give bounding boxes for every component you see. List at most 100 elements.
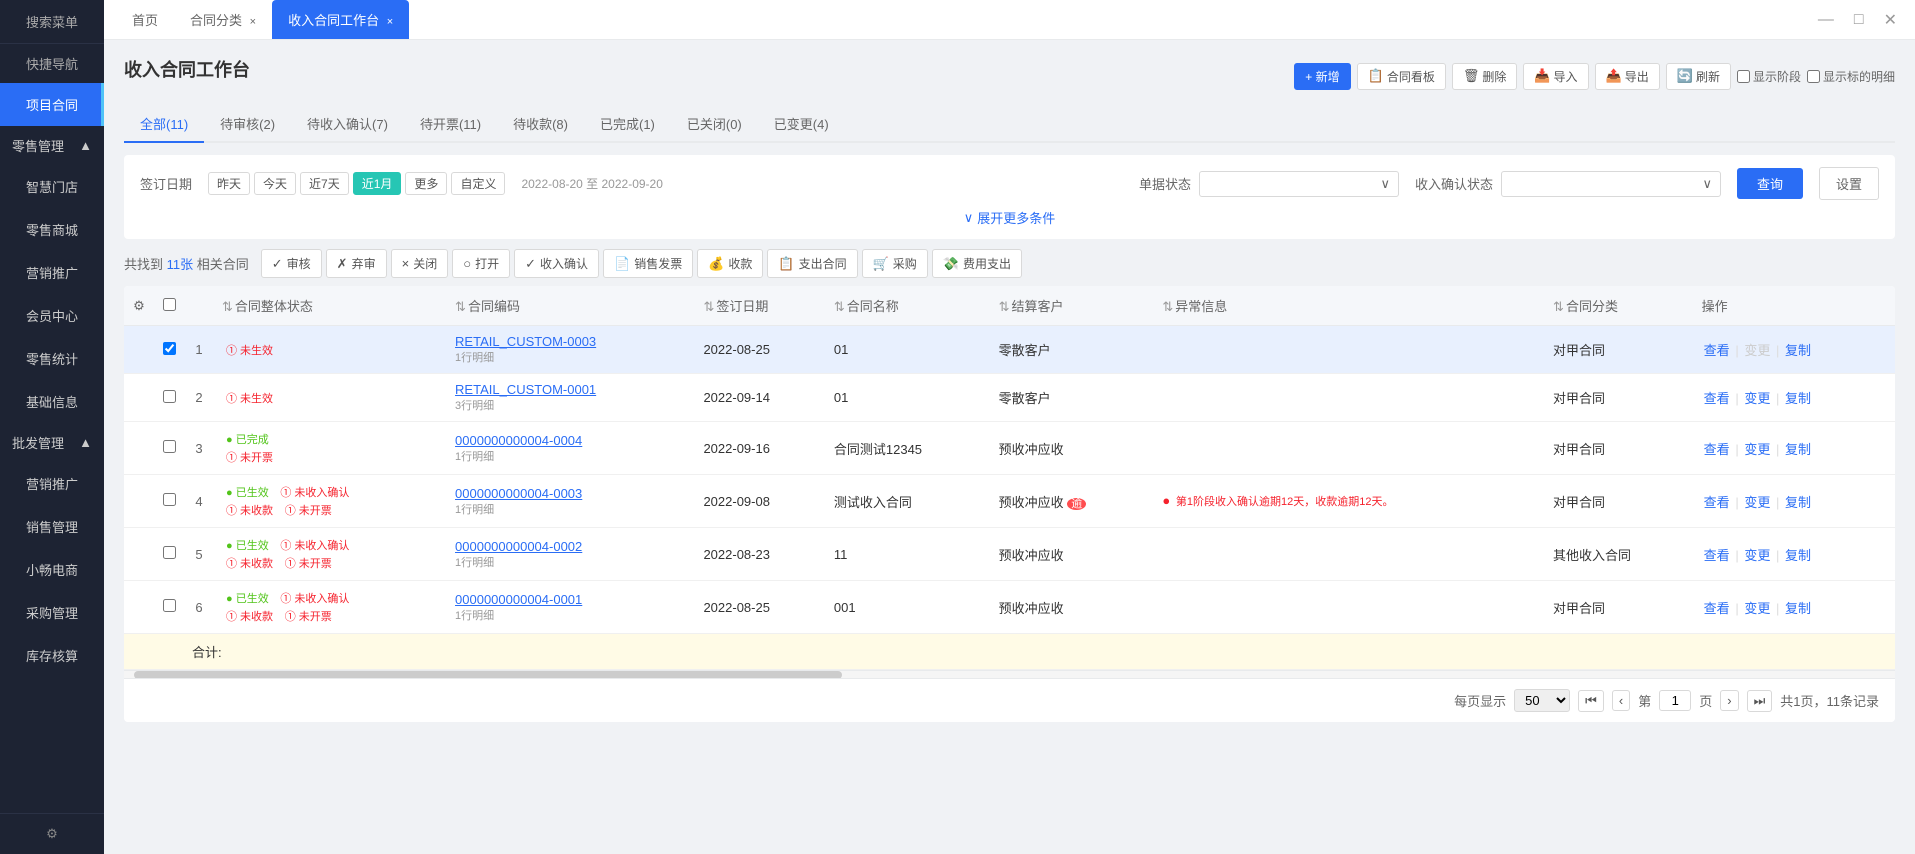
row1-code-link[interactable]: RETAIL_CUSTOM-0003 [455, 334, 596, 349]
filter-tab-all[interactable]: 全部(11) [124, 106, 204, 143]
tab-income-workbench[interactable]: 收入合同工作台 × [272, 0, 409, 39]
btn-refresh[interactable]: 🔄 刷新 [1666, 63, 1731, 90]
tab-home[interactable]: 首页 [116, 0, 174, 39]
sidebar-item-batch[interactable]: 批发管理▲ [0, 423, 104, 462]
sidebar-item-retail[interactable]: 零售管理▲ [0, 126, 104, 165]
row5-op-change[interactable]: 变更 [1742, 548, 1772, 563]
toolbar-btn-abandon[interactable]: ✗ 弃审 [326, 249, 387, 278]
show-detail-checkbox[interactable]: 显示标的明细 [1807, 68, 1895, 85]
btn-import[interactable]: 📥 导入 [1523, 63, 1588, 90]
sidebar-item-sales[interactable]: 销售管理 [0, 505, 104, 548]
prev-page-btn[interactable]: ‹ [1612, 690, 1630, 711]
sidebar-item-retail-mall[interactable]: 零售商城 [0, 208, 104, 251]
income-confirm-select[interactable]: ∨ [1501, 171, 1721, 197]
row3-op-view[interactable]: 查看 [1702, 442, 1732, 457]
sidebar-item-inventory[interactable]: 库存核算 [0, 634, 104, 677]
tab-contract-cat-close[interactable]: × [250, 16, 256, 28]
toolbar-btn-income-confirm[interactable]: ✓ 收入确认 [514, 249, 599, 278]
sidebar-item-retail-stat[interactable]: 零售统计 [0, 337, 104, 380]
tab-contract-cat[interactable]: 合同分类 × [174, 0, 272, 39]
sidebar-search[interactable]: 搜索菜单 [0, 0, 104, 44]
filter-tab-closed[interactable]: 已关闭(0) [671, 106, 758, 141]
sidebar-item-marketing2[interactable]: 营销推广 [0, 462, 104, 505]
invoice-icon: 📄 [614, 256, 630, 272]
window-maximize[interactable]: □ [1848, 9, 1870, 31]
sidebar-item-purchase[interactable]: 采购管理 [0, 591, 104, 634]
first-page-btn[interactable]: ⏮ [1578, 690, 1604, 712]
row2-op-change[interactable]: 变更 [1742, 391, 1772, 406]
row5-op-copy[interactable]: 复制 [1783, 548, 1813, 563]
doc-status-select[interactable]: ∨ [1199, 171, 1399, 197]
row6-code-link[interactable]: 0000000000004-0001 [455, 592, 582, 607]
row1-check[interactable] [154, 326, 184, 374]
date-btn-today[interactable]: 今天 [254, 172, 296, 195]
row2-op-view[interactable]: 查看 [1702, 391, 1732, 406]
show-segment-checkbox[interactable]: 显示阶段 [1737, 68, 1801, 85]
sidebar-item-project[interactable]: 项目合同 [0, 83, 104, 126]
row3-op-change[interactable]: 变更 [1742, 442, 1772, 457]
sidebar-item-marketing[interactable]: 营销推广 [0, 251, 104, 294]
toolbar-btn-open[interactable]: ○ 打开 [452, 249, 510, 278]
row4-op-copy[interactable]: 复制 [1783, 495, 1813, 510]
btn-kanban[interactable]: 📋 合同看板 [1357, 63, 1446, 90]
sidebar-item-ecom[interactable]: 小畅电商 [0, 548, 104, 591]
row1-op-copy[interactable]: 复制 [1783, 343, 1813, 358]
toolbar-btn-close[interactable]: × 关闭 [391, 249, 449, 278]
window-minimize[interactable]: — [1812, 9, 1840, 31]
sidebar-item-base-info[interactable]: 基础信息 [0, 380, 104, 423]
filter-tab-pending-income[interactable]: 待收入确认(7) [291, 106, 404, 141]
btn-new[interactable]: + 新增 [1294, 63, 1350, 90]
row6-op-copy[interactable]: 复制 [1783, 601, 1813, 616]
row2-op-copy[interactable]: 复制 [1783, 391, 1813, 406]
row2-code-link[interactable]: RETAIL_CUSTOM-0001 [455, 382, 596, 397]
kanban-icon: 📋 [1368, 68, 1384, 84]
toolbar-btn-sales-invoice[interactable]: 📄 销售发票 [603, 249, 693, 278]
row3-code-link[interactable]: 0000000000004-0004 [455, 433, 582, 448]
row1-op-view[interactable]: 查看 [1702, 343, 1732, 358]
row5-code-link[interactable]: 0000000000004-0002 [455, 539, 582, 554]
row5-op-view[interactable]: 查看 [1702, 548, 1732, 563]
sidebar-nav[interactable]: 快捷导航 [0, 44, 104, 83]
sidebar-item-member[interactable]: 会员中心 [0, 294, 104, 337]
row6-op-change[interactable]: 变更 [1742, 601, 1772, 616]
next-page-btn[interactable]: › [1720, 690, 1738, 711]
sidebar-item-smart-store[interactable]: 智慧门店 [0, 165, 104, 208]
table-row: 1 ① 未生效 RETAIL_CUSTOM-0003 1行明细 2022-08-… [124, 326, 1895, 374]
date-btn-yesterday[interactable]: 昨天 [208, 172, 250, 195]
expand-conditions[interactable]: ∨ 展开更多条件 [964, 208, 1056, 227]
purchase-icon: 🛒 [873, 256, 889, 272]
date-btn-last1month[interactable]: 近1月 [353, 172, 402, 195]
btn-set[interactable]: 设置 [1819, 167, 1879, 200]
toolbar-btn-payout[interactable]: 📋 支出合同 [767, 249, 857, 278]
row4-op-view[interactable]: 查看 [1702, 495, 1732, 510]
select-all-checkbox[interactable] [163, 298, 176, 311]
toolbar-btn-expense[interactable]: 💸 费用支出 [932, 249, 1022, 278]
tab-income-workbench-close[interactable]: × [387, 16, 393, 28]
row4-op-change[interactable]: 变更 [1742, 495, 1772, 510]
filter-tab-pending-review[interactable]: 待审核(2) [204, 106, 291, 141]
filter-tab-pending-payment[interactable]: 待收款(8) [497, 106, 584, 141]
row3-op-copy[interactable]: 复制 [1783, 442, 1813, 457]
row6-op-view[interactable]: 查看 [1702, 601, 1732, 616]
toolbar-btn-purchase[interactable]: 🛒 采购 [862, 249, 928, 278]
filter-tab-pending-invoice[interactable]: 待开票(11) [404, 106, 497, 141]
row4-code-link[interactable]: 0000000000004-0003 [455, 486, 582, 501]
btn-delete[interactable]: 🗑 删除 [1452, 63, 1518, 90]
date-btn-last7[interactable]: 近7天 [300, 172, 349, 195]
window-close[interactable]: ✕ [1878, 8, 1903, 32]
btn-export[interactable]: 📤 导出 [1595, 63, 1660, 90]
filter-tab-changed[interactable]: 已变更(4) [758, 106, 845, 141]
col-gear[interactable]: ⚙ [124, 286, 154, 326]
btn-query[interactable]: 查询 [1737, 168, 1803, 199]
toolbar-btn-review[interactable]: ✓ 审核 [261, 249, 322, 278]
row1-op-change[interactable]: 变更 [1742, 343, 1772, 358]
date-btn-more[interactable]: 更多 [405, 172, 447, 195]
per-page-select[interactable]: 50 20 100 [1514, 689, 1570, 712]
toolbar-btn-collect[interactable]: 💰 收款 [697, 249, 763, 278]
last-page-btn[interactable]: ⏭ [1747, 690, 1773, 712]
date-btn-custom[interactable]: 自定义 [451, 172, 505, 195]
page-number-input[interactable] [1659, 690, 1691, 711]
sidebar-settings[interactable]: ⚙ [0, 813, 104, 854]
filter-tab-completed[interactable]: 已完成(1) [584, 106, 671, 141]
sum-row: 合计: [124, 634, 1895, 670]
